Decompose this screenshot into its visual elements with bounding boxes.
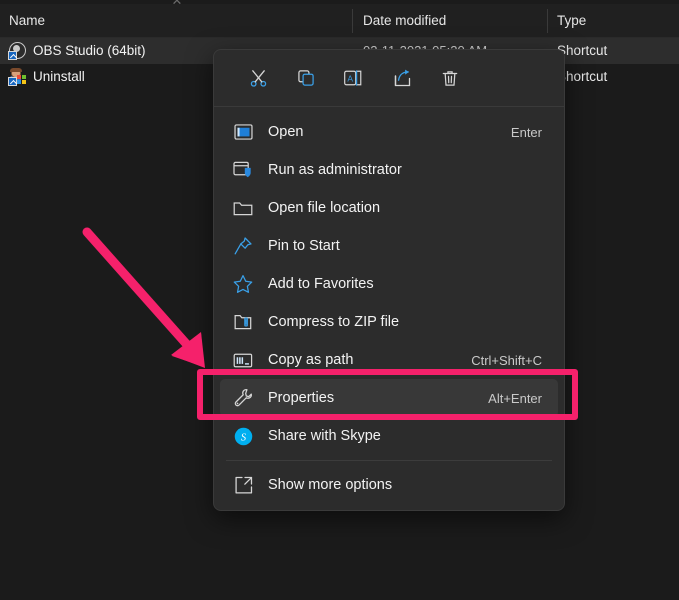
obs-studio-shortcut-icon [8, 42, 26, 60]
rename-icon[interactable]: A [337, 62, 371, 94]
delete-icon[interactable] [433, 62, 467, 94]
context-menu: A [213, 49, 565, 511]
menu-item-label: Copy as path [268, 352, 353, 368]
zip-folder-icon [232, 311, 254, 333]
share-icon[interactable] [385, 62, 419, 94]
uninstall-shortcut-icon [8, 68, 26, 86]
shield-icon [232, 159, 254, 181]
copy-icon[interactable] [289, 62, 323, 94]
menu-item-open-file-location[interactable]: Open file location [220, 189, 558, 227]
expand-icon [232, 474, 254, 496]
menu-item-pin-to-start[interactable]: Pin to Start [220, 227, 558, 265]
menu-separator [226, 460, 552, 461]
menu-item-label: Pin to Start [268, 238, 340, 254]
menu-item-accelerator: Alt+Enter [488, 391, 542, 406]
context-menu-command-bar: A [214, 50, 564, 107]
menu-item-accelerator: Ctrl+Shift+C [471, 353, 542, 368]
svg-text:S: S [240, 432, 246, 443]
menu-item-label: Add to Favorites [268, 276, 374, 292]
copy-path-icon [232, 349, 254, 371]
menu-item-share-with-skype[interactable]: S Share with Skype [220, 417, 558, 455]
wrench-icon [232, 387, 254, 409]
skype-icon: S [232, 425, 254, 447]
menu-item-label: Run as administrator [268, 162, 402, 178]
column-header-name[interactable]: Name [9, 4, 45, 37]
open-window-icon [232, 121, 254, 143]
star-icon [232, 273, 254, 295]
column-header-type[interactable]: Type [557, 4, 586, 37]
file-list-column-header: Name Date modified Type [0, 4, 679, 38]
menu-item-label: Open file location [268, 200, 380, 216]
menu-item-label: Open [268, 124, 303, 140]
column-header-date-modified[interactable]: Date modified [363, 4, 446, 37]
column-divider[interactable] [352, 9, 353, 33]
menu-item-copy-as-path[interactable]: Copy as path Ctrl+Shift+C [220, 341, 558, 379]
file-name: OBS Studio (64bit) [33, 38, 146, 64]
svg-text:A: A [347, 73, 353, 83]
menu-item-label: Share with Skype [268, 428, 381, 444]
folder-icon [232, 197, 254, 219]
menu-item-show-more-options[interactable]: Show more options [220, 466, 558, 504]
menu-item-label: Properties [268, 390, 334, 406]
menu-item-compress-to-zip-file[interactable]: Compress to ZIP file [220, 303, 558, 341]
menu-item-open[interactable]: Open Enter [220, 113, 558, 151]
column-divider[interactable] [547, 9, 548, 33]
menu-item-label: Show more options [268, 477, 392, 493]
menu-bottom-padding [214, 504, 564, 510]
cut-icon[interactable] [241, 62, 275, 94]
pin-icon [232, 235, 254, 257]
menu-item-run-as-administrator[interactable]: Run as administrator [220, 151, 558, 189]
menu-item-accelerator: Enter [511, 125, 542, 140]
menu-item-properties[interactable]: Properties Alt+Enter [220, 379, 558, 417]
menu-item-label: Compress to ZIP file [268, 314, 399, 330]
menu-item-add-to-favorites[interactable]: Add to Favorites [220, 265, 558, 303]
file-name: Uninstall [33, 64, 85, 90]
